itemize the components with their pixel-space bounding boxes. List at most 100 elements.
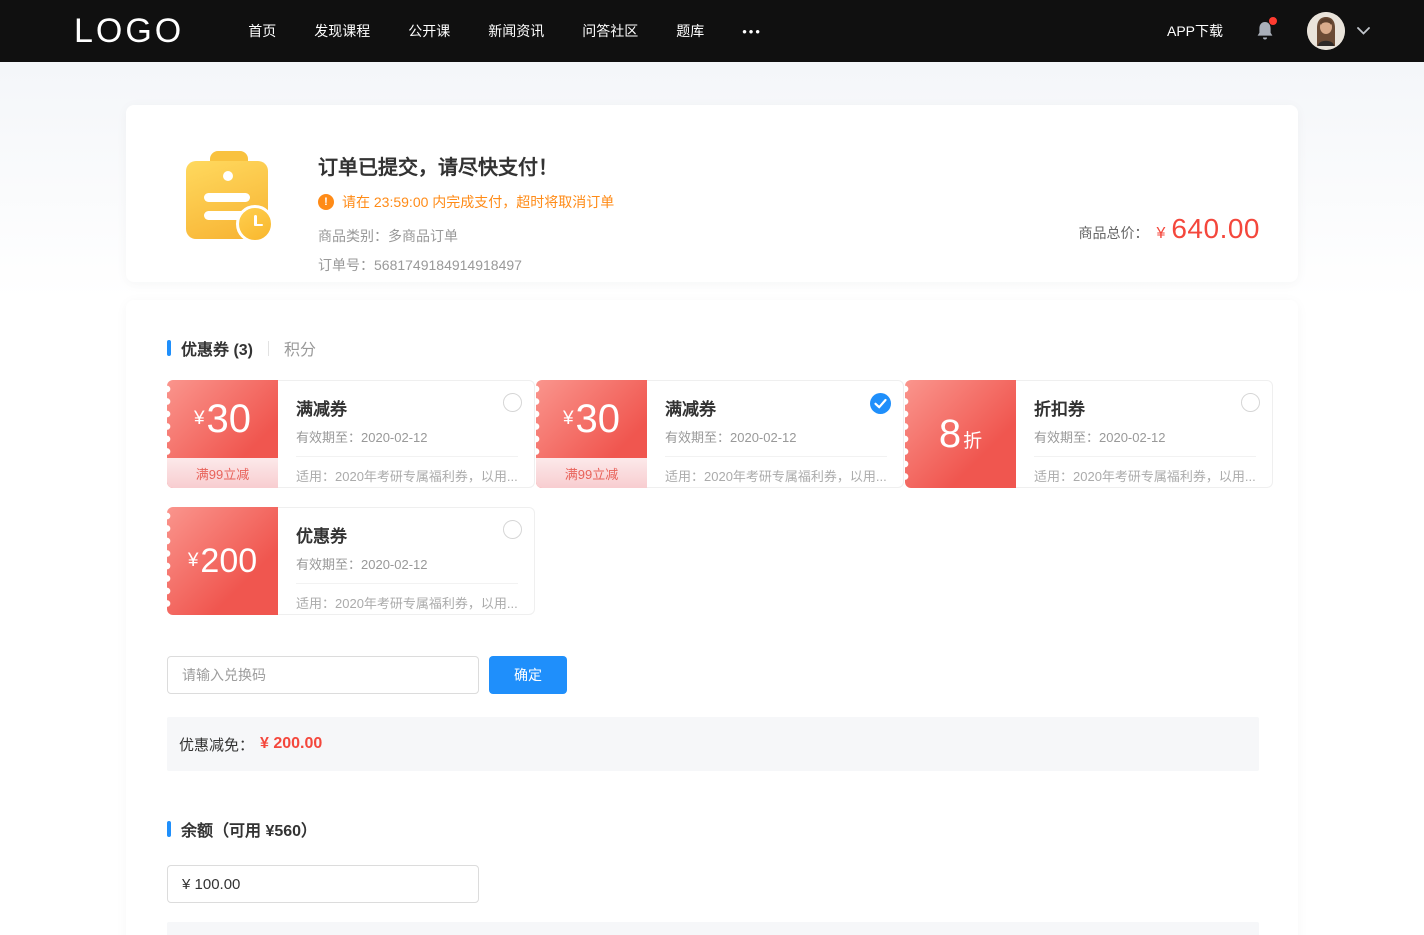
discount-label: 优惠减免：: [179, 734, 254, 755]
coupon-amount: 8: [939, 412, 961, 457]
coupon-condition-badge: 满99立减: [167, 458, 278, 488]
coupon-divider: [665, 456, 887, 457]
coupon-expiry: 有效期至：2020-02-12: [1034, 427, 1256, 446]
total-price-value: 640.00: [1171, 213, 1260, 245]
coupon-stub: ¥ 30 满99立减: [167, 380, 278, 488]
nav-item-open-classes[interactable]: 公开课: [408, 21, 450, 41]
order-summary-card: 订单已提交，请尽快支付！ ! 请在 23:59:00 内完成支付，超时将取消订单…: [126, 105, 1298, 282]
coupon-scope: 适用：2020年考研专属福利券，以用...: [296, 593, 518, 612]
next-summary-strip: [167, 922, 1259, 935]
coupon-expiry-label: 有效期至：: [665, 430, 730, 445]
warning-text: 请在 23:59:00 内完成支付，超时将取消订单: [342, 192, 614, 212]
coupon-scope: 适用：2020年考研专属福利券，以用...: [665, 466, 887, 485]
total-price-currency: ¥: [1156, 225, 1165, 243]
balance-section-header: 余额（可用 ¥560）: [167, 818, 1259, 840]
coupon-divider: [1034, 456, 1256, 457]
section-accent-bar: [167, 340, 171, 356]
redeem-code-row: 确定: [167, 656, 1259, 694]
nav-item-news[interactable]: 新闻资讯: [488, 21, 544, 41]
coupon-section-header: 优惠券 (3) 积分: [167, 337, 1259, 359]
user-avatar[interactable]: [1307, 12, 1345, 50]
nav-item-home[interactable]: 首页: [248, 21, 276, 41]
coupon-condition-badge: 满99立减: [536, 458, 647, 488]
nav-more-ellipsis-icon[interactable]: •••: [742, 24, 762, 39]
coupon-expiry-label: 有效期至：: [296, 557, 361, 572]
nav-right-group: APP下载: [1167, 12, 1370, 50]
coupon-expiry-label: 有效期至：: [1034, 430, 1099, 445]
coupon-card-30-full-reduction[interactable]: ¥ 30 满99立减 满减券 有效期至：2020-02-12 适用：2020年考…: [167, 380, 521, 488]
coupon-amount: 30: [207, 397, 252, 442]
payment-options-card: 优惠券 (3) 积分 ¥ 30 满99立减 满减券 有效期至：2020-02-1…: [126, 300, 1298, 935]
coupon-expiry: 有效期至：2020-02-12: [296, 427, 518, 446]
order-number-row: 订单号：5681749184914918497: [318, 255, 614, 275]
nav-menu: 首页 发现课程 公开课 新闻资讯 问答社区 题库 •••: [248, 21, 762, 41]
nav-item-qa-community[interactable]: 问答社区: [582, 21, 638, 41]
order-category-label: 商品类别：: [318, 228, 388, 244]
coupon-stub: 8 折: [905, 380, 1016, 488]
order-total-price: 商品总价： ¥ 640.00: [1078, 213, 1260, 245]
notification-badge-dot: [1269, 17, 1277, 25]
header-divider: [268, 341, 269, 356]
coupon-card-80-percent-discount[interactable]: 8 折 折扣券 有效期至：2020-02-12 适用：2020年考研专属福利券，…: [905, 380, 1259, 488]
coupon-currency: ¥: [188, 550, 199, 572]
confirm-button[interactable]: 确定: [489, 656, 567, 694]
coupon-body: 满减券 有效期至：2020-02-12 适用：2020年考研专属福利券，以用..…: [278, 380, 535, 488]
coupon-expiry-date: 2020-02-12: [1099, 430, 1166, 445]
coupon-scope: 适用：2020年考研专属福利券，以用...: [296, 466, 518, 485]
tab-coupons[interactable]: 优惠券 (3): [181, 336, 253, 360]
coupon-expiry-date: 2020-02-12: [361, 430, 428, 445]
coupon-title: 优惠券: [296, 522, 518, 547]
coupon-expiry-label: 有效期至：: [296, 430, 361, 445]
logo[interactable]: LOGO: [74, 12, 184, 51]
balance-amount-input[interactable]: [167, 865, 479, 903]
discount-value: ¥ 200.00: [260, 735, 322, 753]
total-price-label: 商品总价：: [1078, 223, 1148, 243]
coupon-amount: 200: [200, 542, 257, 581]
coupon-expiry-date: 2020-02-12: [730, 430, 797, 445]
coupon-card-30-full-reduction-selected[interactable]: ¥ 30 满99立减 满减券 有效期至：2020-02-12 适用：2020年考…: [536, 380, 890, 488]
balance-section-title: 余额（可用 ¥560）: [181, 817, 317, 841]
coupon-radio-unselected[interactable]: [503, 393, 522, 412]
coupon-title: 满减券: [296, 395, 518, 420]
order-category-row: 商品类别：多商品订单: [318, 226, 614, 246]
coupon-currency: ¥: [563, 408, 574, 430]
coupon-amount: 30: [576, 397, 621, 442]
coupon-divider: [296, 583, 518, 584]
coupon-body: 优惠券 有效期至：2020-02-12 适用：2020年考研专属福利券，以用..…: [278, 507, 535, 615]
coupon-title: 折扣券: [1034, 395, 1256, 420]
coupon-divider: [296, 456, 518, 457]
clock-badge-icon: [236, 205, 274, 243]
coupon-expiry-date: 2020-02-12: [361, 557, 428, 572]
order-clipboard-icon: [186, 149, 272, 243]
order-number-value: 5681749184914918497: [374, 257, 522, 273]
nav-item-discover-courses[interactable]: 发现课程: [314, 21, 370, 41]
coupon-stub: ¥ 30 满99立减: [536, 380, 647, 488]
order-info: 订单已提交，请尽快支付！ ! 请在 23:59:00 内完成支付，超时将取消订单…: [318, 149, 614, 282]
coupon-card-200-voucher[interactable]: ¥ 200 优惠券 有效期至：2020-02-12 适用：2020年考研专属福利…: [167, 507, 521, 615]
order-number-label: 订单号：: [318, 257, 374, 273]
coupon-stub: ¥ 200: [167, 507, 278, 615]
discount-summary-strip: 优惠减免： ¥ 200.00: [167, 717, 1259, 771]
order-category-value: 多商品订单: [388, 228, 458, 244]
coupon-unit: 折: [963, 426, 982, 453]
coupon-scope: 适用：2020年考研专属福利券，以用...: [1034, 466, 1256, 485]
coupon-radio-unselected[interactable]: [1241, 393, 1260, 412]
section-accent-bar: [167, 821, 171, 837]
notification-bell-icon[interactable]: [1255, 20, 1275, 42]
chevron-down-icon[interactable]: [1357, 27, 1370, 35]
app-download-link[interactable]: APP下载: [1167, 21, 1223, 41]
coupon-radio-selected-check-icon[interactable]: [870, 393, 891, 414]
coupon-body: 满减券 有效期至：2020-02-12 适用：2020年考研专属福利券，以用..…: [647, 380, 904, 488]
redeem-code-input[interactable]: [167, 656, 479, 694]
top-navbar: LOGO 首页 发现课程 公开课 新闻资讯 问答社区 题库 ••• APP下载: [0, 0, 1424, 62]
nav-item-question-bank[interactable]: 题库: [676, 21, 704, 41]
coupon-currency: ¥: [194, 408, 205, 430]
coupon-radio-unselected[interactable]: [503, 520, 522, 539]
coupon-list: ¥ 30 满99立减 满减券 有效期至：2020-02-12 适用：2020年考…: [167, 380, 1259, 615]
payment-deadline-warning: ! 请在 23:59:00 内完成支付，超时将取消订单: [318, 192, 614, 212]
tab-points[interactable]: 积分: [284, 336, 316, 360]
order-title: 订单已提交，请尽快支付！: [318, 151, 614, 180]
coupon-expiry: 有效期至：2020-02-12: [665, 427, 887, 446]
warning-exclamation-icon: !: [318, 194, 334, 210]
coupon-expiry: 有效期至：2020-02-12: [296, 554, 518, 573]
